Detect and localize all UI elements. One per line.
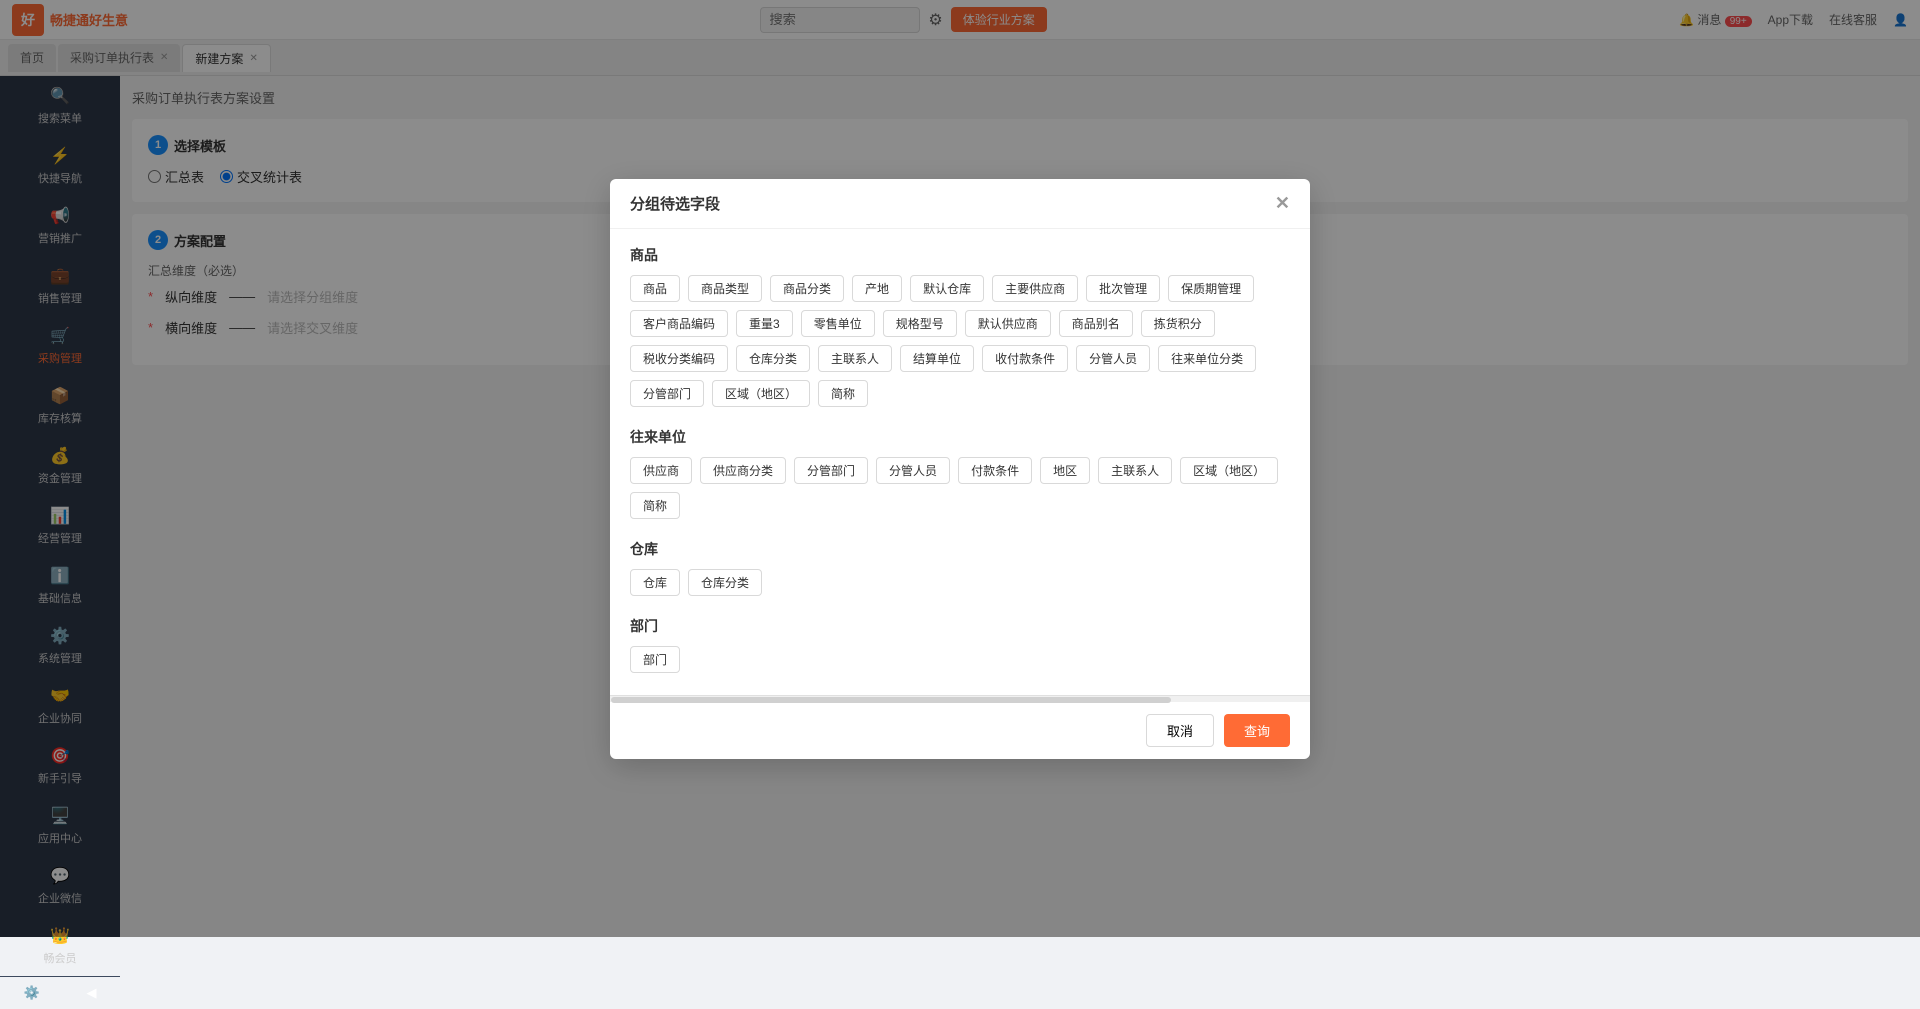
field-tag[interactable]: 地区 [1040, 457, 1090, 484]
section-department-title: 部门 [630, 616, 1290, 636]
field-tag[interactable]: 商品类型 [688, 275, 762, 302]
field-tag[interactable]: 结算单位 [900, 345, 974, 372]
field-tag[interactable]: 商品别名 [1059, 310, 1133, 337]
field-tag[interactable]: 分管部门 [794, 457, 868, 484]
field-tag[interactable]: 主联系人 [1098, 457, 1172, 484]
field-tag[interactable]: 供应商分类 [700, 457, 786, 484]
sidebar-collapse-icon[interactable]: ◀ [87, 985, 97, 1001]
field-tag[interactable]: 简称 [818, 380, 868, 407]
field-tag[interactable]: 默认供应商 [965, 310, 1051, 337]
field-tag[interactable]: 零售单位 [801, 310, 875, 337]
sidebar-bottom: ⚙️ ◀ [0, 976, 120, 1009]
field-tag[interactable]: 简称 [630, 492, 680, 519]
field-tag[interactable]: 税收分类编码 [630, 345, 728, 372]
field-tag[interactable]: 付款条件 [958, 457, 1032, 484]
section-warehouse-fields: 仓库 仓库分类 [630, 569, 1290, 596]
modal-scroll-thumb [611, 697, 1171, 703]
field-tag[interactable]: 区域（地区） [712, 380, 810, 407]
field-tag[interactable]: 仓库分类 [688, 569, 762, 596]
section-partner-fields: 供应商 供应商分类 分管部门 分管人员 付款条件 地区 主联系人 区域（地区） … [630, 457, 1290, 519]
cancel-button[interactable]: 取消 [1146, 714, 1214, 747]
section-product-fields: 商品 商品类型 商品分类 产地 默认仓库 主要供应商 批次管理 保质期管理 客户… [630, 275, 1290, 407]
modal-close-btn[interactable]: ✕ [1275, 193, 1290, 214]
section-warehouse-title: 仓库 [630, 539, 1290, 559]
field-tag[interactable]: 重量3 [736, 310, 793, 337]
field-tag[interactable]: 仓库 [630, 569, 680, 596]
sidebar-label-member: 畅会员 [44, 950, 77, 966]
section-warehouse: 仓库 仓库 仓库分类 [630, 539, 1290, 596]
field-tag[interactable]: 分管人员 [876, 457, 950, 484]
sidebar-settings-icon[interactable]: ⚙️ [23, 985, 39, 1001]
field-tag[interactable]: 供应商 [630, 457, 692, 484]
field-tag[interactable]: 部门 [630, 646, 680, 673]
field-tag[interactable]: 默认仓库 [910, 275, 984, 302]
field-select-modal: 分组待选字段 ✕ 商品 商品 商品类型 商品分类 产地 默认仓库 主要供应商 批… [610, 179, 1310, 759]
field-tag[interactable]: 区域（地区） [1180, 457, 1278, 484]
field-tag[interactable]: 仓库分类 [736, 345, 810, 372]
section-partner-title: 往来单位 [630, 427, 1290, 447]
field-tag[interactable]: 保质期管理 [1168, 275, 1254, 302]
modal-horizontal-scroll[interactable] [610, 695, 1310, 701]
section-partner: 往来单位 供应商 供应商分类 分管部门 分管人员 付款条件 地区 主联系人 区域… [630, 427, 1290, 519]
field-tag[interactable]: 产地 [852, 275, 902, 302]
field-tag[interactable]: 收付款条件 [982, 345, 1068, 372]
field-tag[interactable]: 商品分类 [770, 275, 844, 302]
field-tag[interactable]: 商品 [630, 275, 680, 302]
field-tag[interactable]: 往来单位分类 [1158, 345, 1256, 372]
modal-overlay: 分组待选字段 ✕ 商品 商品 商品类型 商品分类 产地 默认仓库 主要供应商 批… [0, 0, 1920, 937]
field-tag[interactable]: 分管部门 [630, 380, 704, 407]
modal-body: 商品 商品 商品类型 商品分类 产地 默认仓库 主要供应商 批次管理 保质期管理… [610, 229, 1310, 695]
field-tag[interactable]: 规格型号 [883, 310, 957, 337]
modal-header: 分组待选字段 ✕ [610, 179, 1310, 229]
section-product-title: 商品 [630, 245, 1290, 265]
field-tag[interactable]: 批次管理 [1086, 275, 1160, 302]
section-product: 商品 商品 商品类型 商品分类 产地 默认仓库 主要供应商 批次管理 保质期管理… [630, 245, 1290, 407]
confirm-button[interactable]: 查询 [1224, 714, 1290, 747]
field-tag[interactable]: 主联系人 [818, 345, 892, 372]
modal-title: 分组待选字段 [630, 193, 720, 214]
modal-footer: 取消 查询 [610, 701, 1310, 759]
field-tag[interactable]: 客户商品编码 [630, 310, 728, 337]
field-tag[interactable]: 主要供应商 [992, 275, 1078, 302]
section-department-fields: 部门 [630, 646, 1290, 673]
section-department: 部门 部门 [630, 616, 1290, 673]
field-tag[interactable]: 拣货积分 [1141, 310, 1215, 337]
field-tag[interactable]: 分管人员 [1076, 345, 1150, 372]
